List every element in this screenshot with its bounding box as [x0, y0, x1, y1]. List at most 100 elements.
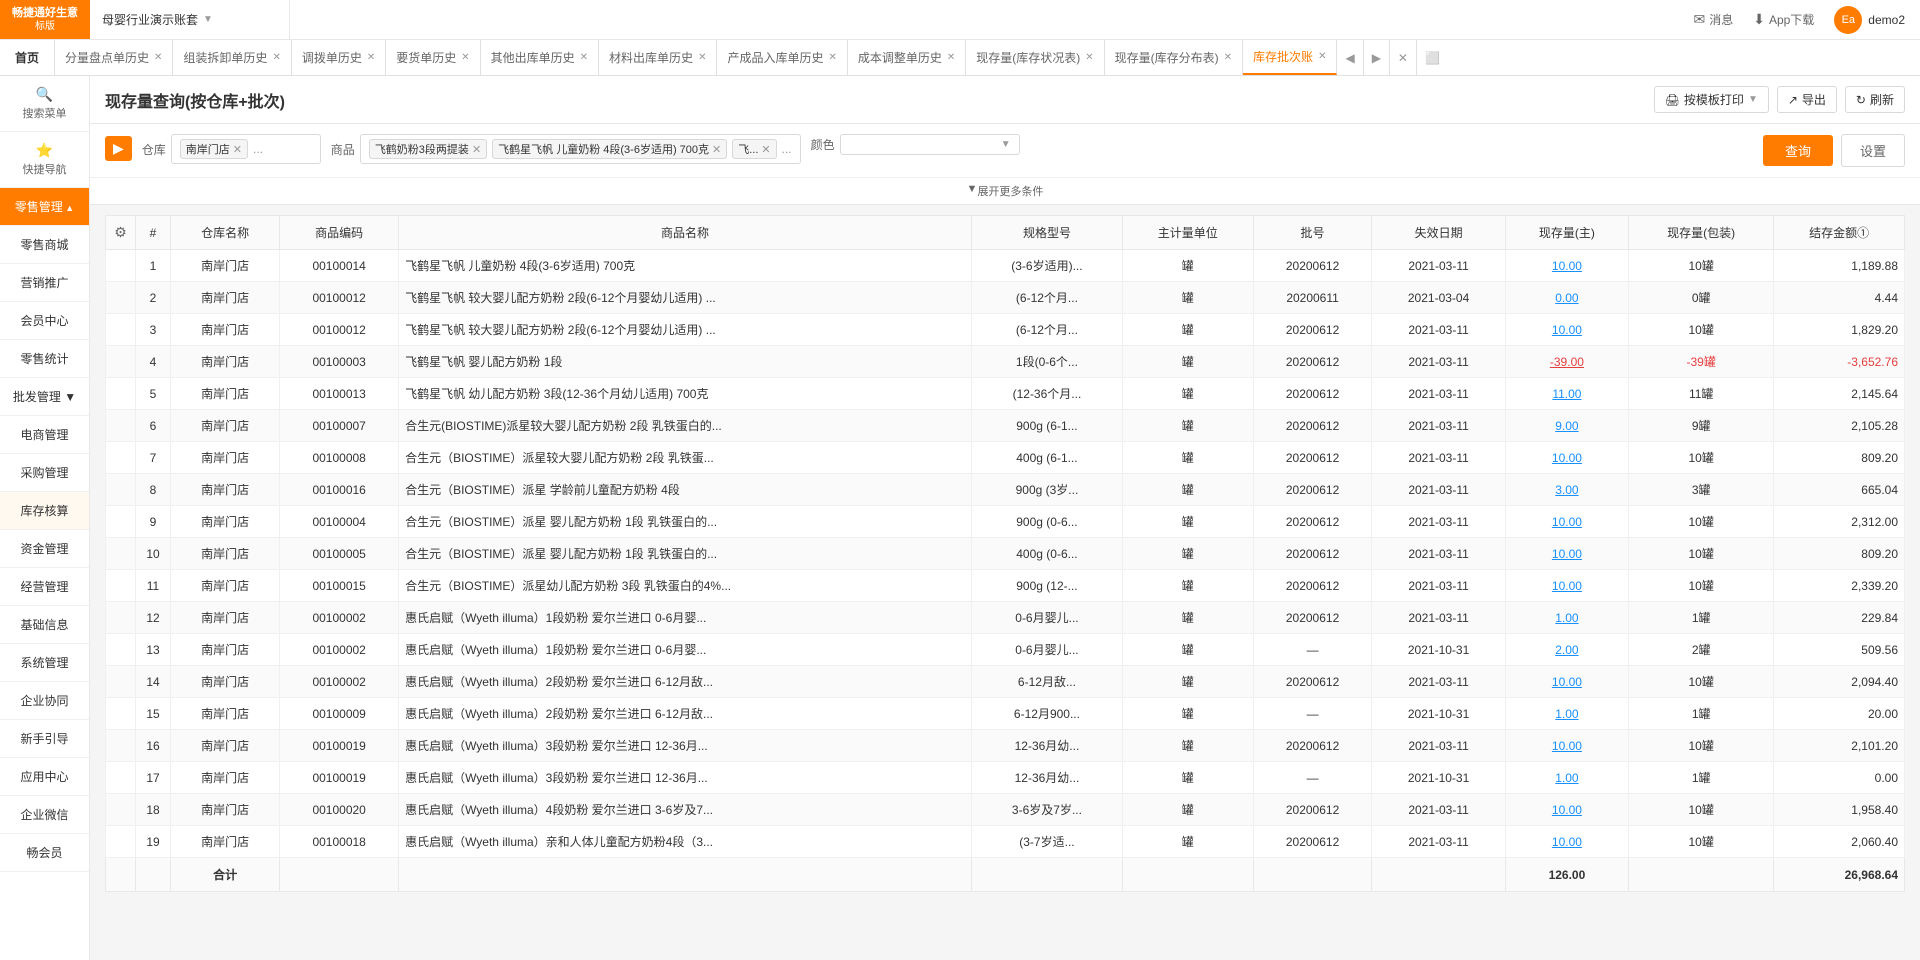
sidebar-item-wholesale[interactable]: 批发管理 ▼ [0, 378, 89, 416]
sidebar-item-retail-stats[interactable]: 零售统计 [0, 340, 89, 378]
tab-allocation[interactable]: 调拨单历史✕ [292, 40, 386, 75]
row-balance: 2,339.20 [1774, 570, 1905, 602]
row-batch: 20200612 [1253, 410, 1372, 442]
row-qty-main[interactable]: 1.00 [1505, 762, 1629, 794]
tab-home[interactable]: 首页 [0, 40, 55, 75]
template-print-btn[interactable]: 🖨 按模板打印 ▼ [1654, 86, 1769, 113]
sidebar-item-inventory[interactable]: 库存核算 [0, 492, 89, 530]
search-menu-btn[interactable]: 🔍 搜索菜单 [0, 76, 89, 132]
sidebar-item-retail-mgmt[interactable]: 零售管理 ▲ [0, 188, 89, 226]
row-qty-main[interactable]: 2.00 [1505, 634, 1629, 666]
row-qty-main[interactable]: 0.00 [1505, 282, 1629, 314]
tab-close-icon2[interactable]: ✕ [272, 52, 280, 63]
row-qty-main[interactable]: -39.00 [1505, 346, 1629, 378]
color-filter-input[interactable]: ▼ [840, 134, 1020, 155]
remove-tag-icon2[interactable]: ✕ [472, 143, 481, 156]
message-btn[interactable]: ✉ 消息 [1693, 11, 1733, 28]
tab-disassembly[interactable]: 组装拆卸单历史✕ [173, 40, 291, 75]
settings-button[interactable]: 设置 [1841, 134, 1905, 167]
top-right-area: ✉ 消息 ⬇ App下载 Ea demo2 [1678, 0, 1920, 39]
tab-close-icon6[interactable]: ✕ [698, 52, 706, 63]
export-btn[interactable]: ↗ 导出 [1777, 86, 1837, 113]
expand-filter-btn[interactable]: ▶ [105, 136, 132, 161]
sidebar-item-marketing[interactable]: 营销推广 [0, 264, 89, 302]
tab-product-in[interactable]: 产成品入库单历史✕ [717, 40, 847, 75]
warehouse-tag: 南岸门店 ✕ [180, 139, 248, 159]
row-qty-main[interactable]: 10.00 [1505, 506, 1629, 538]
tab-close-icon4[interactable]: ✕ [461, 52, 469, 63]
sidebar-item-basics[interactable]: 基础信息 [0, 606, 89, 644]
sidebar-item-enterprise-coop[interactable]: 企业协同 [0, 682, 89, 720]
row-qty-main[interactable]: 1.00 [1505, 602, 1629, 634]
user-profile[interactable]: Ea demo2 [1834, 6, 1905, 34]
tab-inv-status[interactable]: 现存量(库存状况表)✕ [966, 40, 1104, 75]
tab-close-icon7[interactable]: ✕ [828, 52, 836, 63]
tab-close-icon3[interactable]: ✕ [367, 52, 375, 63]
tab-maximize[interactable]: ⬜ [1417, 40, 1448, 75]
row-qty-main[interactable]: 10.00 [1505, 826, 1629, 858]
remove-tag-icon[interactable]: ✕ [233, 143, 242, 156]
remove-tag-icon4[interactable]: ✕ [761, 143, 770, 156]
tab-batch-voucher[interactable]: 库存批次账✕ [1243, 40, 1337, 75]
query-button[interactable]: 查询 [1763, 135, 1833, 166]
col-settings[interactable]: ⚙ [106, 216, 136, 250]
sidebar-item-app-center[interactable]: 应用中心 [0, 758, 89, 796]
row-qty-main[interactable]: 10.00 [1505, 538, 1629, 570]
tab-close-all[interactable]: ✕ [1390, 40, 1417, 75]
tab-nav-prev[interactable]: ◀ [1337, 40, 1363, 75]
tab-material-out[interactable]: 材料出库单历史✕ [599, 40, 717, 75]
tab-requisition[interactable]: 要货单历史✕ [386, 40, 480, 75]
refresh-btn[interactable]: ↻ 刷新 [1845, 86, 1905, 113]
tab-close-icon8[interactable]: ✕ [947, 52, 955, 63]
tab-split-check[interactable]: 分量盘点单历史✕ [55, 40, 173, 75]
tab-close-icon11[interactable]: ✕ [1318, 51, 1326, 62]
sidebar-item-new-guide[interactable]: 新手引导 [0, 720, 89, 758]
tab-other-out[interactable]: 其他出库单历史✕ [481, 40, 599, 75]
row-qty-main[interactable]: 10.00 [1505, 794, 1629, 826]
sidebar-item-changyuanyuan[interactable]: 畅会员 [0, 834, 89, 872]
tab-nav-next[interactable]: ▶ [1364, 40, 1390, 75]
tab-close-icon5[interactable]: ✕ [580, 52, 588, 63]
tab-close-icon9[interactable]: ✕ [1085, 52, 1093, 63]
row-qty-main[interactable]: 10.00 [1505, 442, 1629, 474]
sidebar-item-system[interactable]: 系统管理 [0, 644, 89, 682]
tab-cost-adjust[interactable]: 成本调整单历史✕ [848, 40, 966, 75]
sidebar-item-finance[interactable]: 资金管理 [0, 530, 89, 568]
row-qty-main[interactable]: 9.00 [1505, 410, 1629, 442]
row-index: 9 [136, 506, 171, 538]
sidebar-item-purchase[interactable]: 采购管理 [0, 454, 89, 492]
row-qty-main[interactable]: 1.00 [1505, 698, 1629, 730]
search-icon: 🔍 [5, 86, 84, 103]
row-batch: 20200612 [1253, 794, 1372, 826]
quick-nav-btn[interactable]: ⭐ 快捷导航 [0, 132, 89, 188]
tab-close-icon10[interactable]: ✕ [1224, 52, 1232, 63]
row-qty-main[interactable]: 10.00 [1505, 250, 1629, 282]
goods-filter-input[interactable]: 飞鹤奶粉3段两提装 ✕ 飞鹤星飞帆 儿童奶粉 4段(3-6岁适用) 700克 ✕… [360, 134, 801, 164]
remove-tag-icon3[interactable]: ✕ [712, 143, 721, 156]
row-qty-main[interactable]: 11.00 [1505, 378, 1629, 410]
goods-tag2: 飞鹤星飞帆 儿童奶粉 4段(3-6岁适用) 700克 ✕ [492, 139, 727, 159]
row-qty-main[interactable]: 10.00 [1505, 570, 1629, 602]
row-unit: 罐 [1122, 602, 1253, 634]
sidebar-item-wechat[interactable]: 企业微信 [0, 796, 89, 834]
tab-inv-dist[interactable]: 现存量(库存分布表)✕ [1105, 40, 1243, 75]
tab-close-icon[interactable]: ✕ [154, 52, 162, 63]
row-balance: 229.84 [1774, 602, 1905, 634]
sidebar-item-ecommerce[interactable]: 电商管理 [0, 416, 89, 454]
row-qty-main[interactable]: 3.00 [1505, 474, 1629, 506]
row-index: 15 [136, 698, 171, 730]
warehouse-filter-input[interactable]: 南岸门店 ✕ ... [171, 134, 321, 164]
row-settings [106, 730, 136, 762]
expand-more-bar[interactable]: ▼ 展开更多条件 [90, 177, 1920, 204]
row-goods-code: 00100012 [280, 314, 399, 346]
row-balance: 2,060.40 [1774, 826, 1905, 858]
row-qty-main[interactable]: 10.00 [1505, 730, 1629, 762]
sidebar-item-member[interactable]: 会员中心 [0, 302, 89, 340]
row-qty-main[interactable]: 10.00 [1505, 666, 1629, 698]
sidebar-item-retail-mall[interactable]: 零售商城 [0, 226, 89, 264]
industry-selector[interactable]: 母婴行业演示账套 ▼ [90, 0, 290, 39]
row-warehouse: 南岸门店 [171, 826, 280, 858]
app-download-btn[interactable]: ⬇ App下载 [1753, 11, 1814, 28]
row-qty-main[interactable]: 10.00 [1505, 314, 1629, 346]
sidebar-item-operations[interactable]: 经营管理 [0, 568, 89, 606]
